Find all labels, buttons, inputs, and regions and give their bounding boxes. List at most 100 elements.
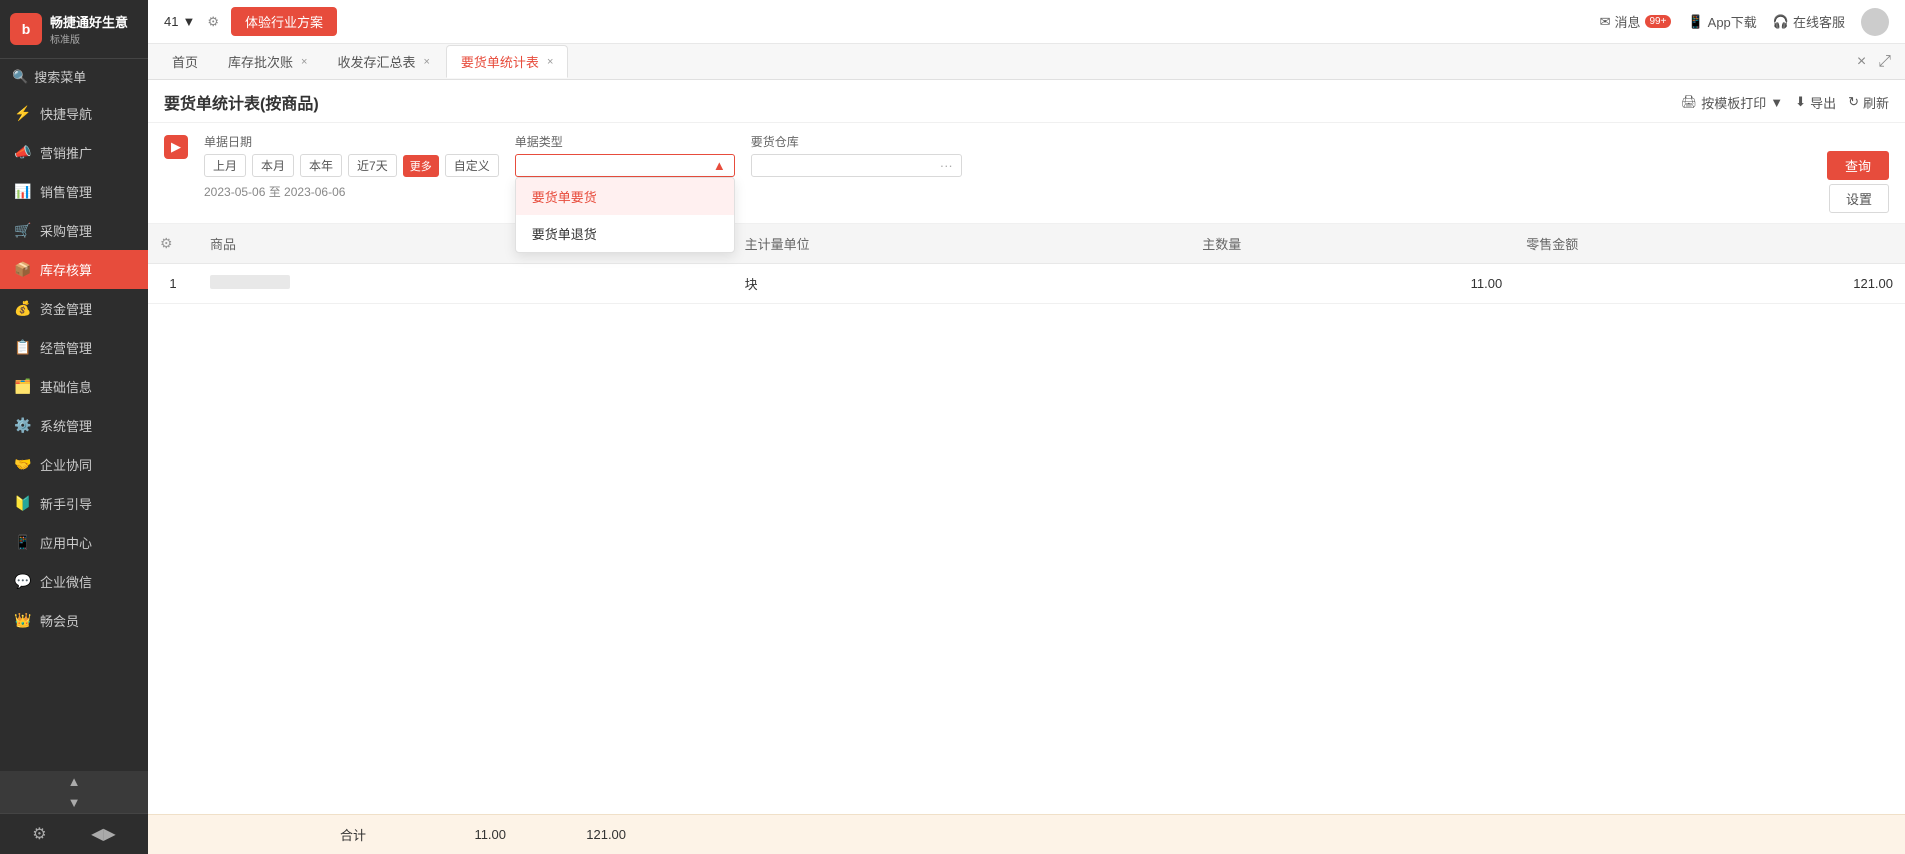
tab-label: 首页 [172,52,198,71]
sidebar-nav: ⚡ 快捷导航 📣 营销推广 📊 销售管理 🛒 采购管理 📦 库存核算 💰 资金管… [0,94,148,771]
main-area: 41 ▼ ⚙ 体验行业方案 ✉ 消息 99+ 📱 App下载 🎧 在线客服 [148,0,1905,854]
filter-expand-btn[interactable]: ▶ [164,135,188,159]
tab-summary[interactable]: 收发存汇总表 × [323,46,443,77]
footer-amount: 121.00 [546,827,666,842]
sidebar-item-label: 基础信息 [40,377,92,396]
table-header-row: ⚙ 商品 主计量单位 主数量 零售金额 [148,224,1905,264]
sidebar-item-basic[interactable]: 🗂️ 基础信息 [0,367,148,406]
search-icon: 🔍 [12,69,28,85]
warehouse-filter-group: 要货仓库 ··· [751,133,962,177]
export-icon: ⬇ [1795,94,1806,110]
operation-icon: 📋 [14,339,32,356]
print-btn[interactable]: 🖨 按模板打印 ▼ [1681,93,1783,112]
store-dropdown-icon: ▼ [182,14,195,29]
sidebar-item-label: 营销推广 [40,143,92,162]
sidebar-item-member[interactable]: 👑 畅会员 [0,601,148,640]
tab-inventory-batch[interactable]: 库存批次账 × [214,46,321,77]
filter-bar: ▶ 单据日期 上月 本月 本年 近7天 更多 自定义 2023-05-06 至 … [148,123,1905,224]
refresh-label: 刷新 [1863,93,1889,112]
search-label: 搜索菜单 [34,67,86,86]
footer-qty: 11.00 [426,827,546,842]
dropdown-item-order-return[interactable]: 要货单退货 [516,215,734,252]
settings-btn[interactable]: 设置 [1829,184,1889,213]
tab-close-icon[interactable]: × [423,56,429,68]
warehouse-filter-input[interactable]: ··· [751,154,962,177]
cell-seq: 1 [148,264,198,304]
sidebar-item-wechat[interactable]: 💬 企业微信 [0,562,148,601]
col-unit: 主计量单位 [733,224,1191,264]
user-avatar[interactable] [1861,8,1889,36]
messages-label: 消息 [1614,12,1640,31]
sidebar-scroll-up[interactable]: ▲ [0,771,148,792]
settings-icon[interactable]: ⚙ [207,14,219,30]
tab-close-icon[interactable]: × [301,56,307,68]
guide-icon: 🔰 [14,495,32,512]
tab-label: 收发存汇总表 [337,52,415,71]
query-btn[interactable]: 查询 [1827,151,1889,180]
date-btn-7days[interactable]: 近7天 [348,154,397,177]
expand-tabs-btn[interactable]: ⤢ [1874,51,1895,73]
table-row: 1 块 11.00 121.00 [148,264,1905,304]
sidebar-item-label: 采购管理 [40,221,92,240]
date-btn-custom[interactable]: 自定义 [445,154,499,177]
search-menu[interactable]: 🔍 搜索菜单 [0,59,148,94]
col-settings: ⚙ [148,224,198,264]
tab-close-icon[interactable]: × [547,56,553,68]
page-title: 要货单统计表(按商品) [164,90,319,114]
product-placeholder [210,275,290,289]
dropdown-item-order-goods[interactable]: 要货单要货 [516,178,734,215]
data-table: ⚙ 商品 主计量单位 主数量 零售金额 1 块 [148,224,1905,304]
sales-icon: 📊 [14,183,32,200]
sidebar-item-finance[interactable]: 💰 资金管理 [0,289,148,328]
online-service-btn[interactable]: 🎧 在线客服 [1773,12,1845,31]
app-download-btn[interactable]: 📱 App下载 [1687,12,1756,31]
cooperation-icon: 🤝 [14,456,32,473]
sidebar-item-sales[interactable]: 📊 销售管理 [0,172,148,211]
online-service-label: 在线客服 [1793,12,1845,31]
trial-btn[interactable]: 体验行业方案 [231,7,337,36]
sidebar-item-quick-nav[interactable]: ⚡ 快捷导航 [0,94,148,133]
store-selector[interactable]: 41 ▼ [164,14,195,29]
tab-home[interactable]: 首页 [158,46,212,77]
cell-product [198,264,733,304]
close-all-tabs-btn[interactable]: × [1853,51,1870,73]
sidebar-scroll-down[interactable]: ▼ [0,792,148,813]
app-subtitle: 标准版 [50,31,128,46]
tab-order-stats[interactable]: 要货单统计表 × [446,45,568,78]
messages-btn[interactable]: ✉ 消息 99+ [1600,12,1672,31]
cell-amount: 121.00 [1514,264,1905,304]
sidebar-item-label: 经营管理 [40,338,92,357]
sidebar-item-guide[interactable]: 🔰 新手引导 [0,484,148,523]
sidebar-item-system[interactable]: ⚙️ 系统管理 [0,406,148,445]
date-filter-label: 单据日期 [204,133,499,150]
date-btn-this-year[interactable]: 本年 [300,154,342,177]
phone-icon: 📱 [1687,14,1703,30]
sidebar-item-purchase[interactable]: 🛒 采购管理 [0,211,148,250]
table-footer: 合计 11.00 121.00 [148,814,1905,854]
marketing-icon: 📣 [14,144,32,161]
tab-label: 要货单统计表 [461,52,539,71]
sidebar-item-appstore[interactable]: 📱 应用中心 [0,523,148,562]
app-logo: b [10,13,42,45]
sidebar-item-operation[interactable]: 📋 经营管理 [0,328,148,367]
date-btn-last-month[interactable]: 上月 [204,154,246,177]
app-download-label: App下载 [1708,12,1757,31]
settings-footer-btn[interactable]: ⚙ [32,824,46,844]
sidebar-item-label: 快捷导航 [40,104,92,123]
sidebar-item-marketing[interactable]: 📣 营销推广 [0,133,148,172]
ellipsis-icon: ··· [940,158,953,173]
type-filter-input[interactable]: ▲ [515,154,735,177]
export-btn[interactable]: ⬇ 导出 [1795,93,1836,112]
collapse-sidebar-btn[interactable]: ◀▶ [91,824,116,844]
sidebar-item-inventory[interactable]: 📦 库存核算 [0,250,148,289]
sidebar-item-label: 企业微信 [40,572,92,591]
column-settings-icon[interactable]: ⚙ [160,235,173,251]
basic-icon: 🗂️ [14,378,32,395]
sidebar-item-cooperation[interactable]: 🤝 企业协同 [0,445,148,484]
app-title-area: 畅捷通好生意 标准版 [50,12,128,46]
date-btn-more[interactable]: 更多 [403,155,439,177]
refresh-btn[interactable]: ↻ 刷新 [1848,93,1889,112]
tabs-controls: × ⤢ [1853,51,1895,73]
date-filter-group: 单据日期 上月 本月 本年 近7天 更多 自定义 2023-05-06 至 20… [204,133,499,200]
date-btn-this-month[interactable]: 本月 [252,154,294,177]
